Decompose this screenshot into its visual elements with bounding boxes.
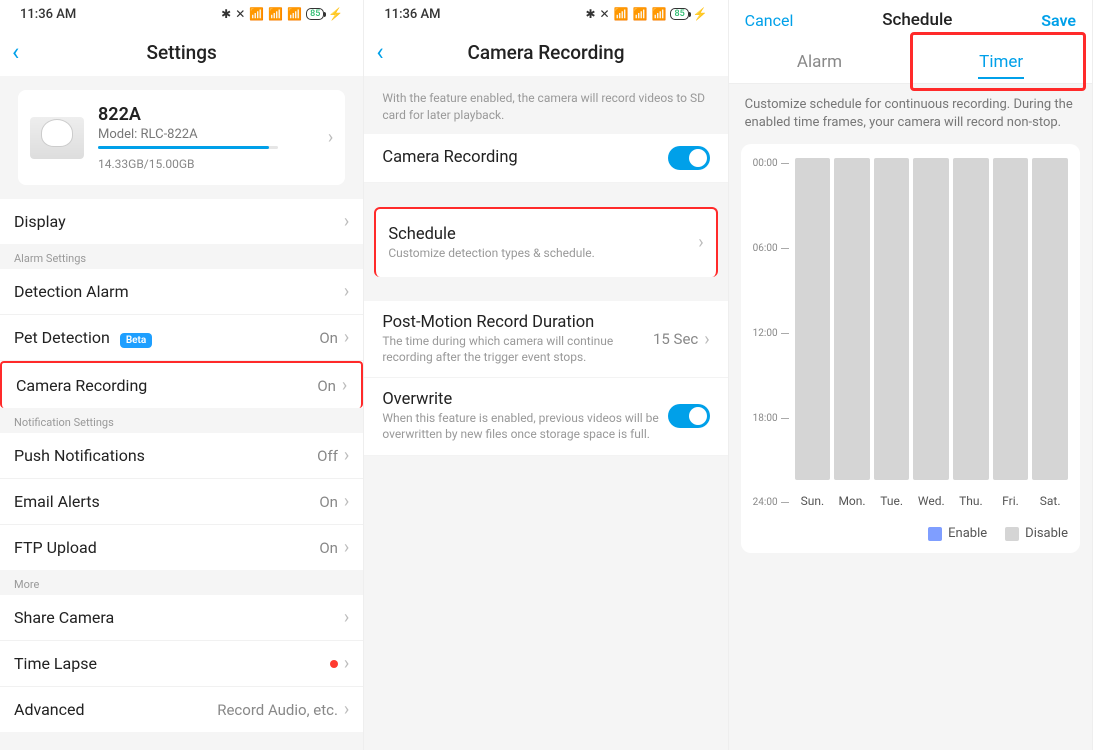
status-time: 11:36 AM	[20, 7, 76, 22]
chevron-right-icon: ›	[344, 445, 349, 466]
push-row[interactable]: Push Notifications Off›	[0, 433, 363, 479]
camera-thumb-icon	[30, 117, 84, 159]
day-col-wed[interactable]	[913, 158, 949, 480]
storage-bar	[98, 146, 269, 149]
status-bar: 11:36 AM ✱✕📶📶📶 85⚡	[0, 0, 363, 28]
chevron-right-icon: ›	[704, 329, 709, 350]
tab-alarm[interactable]: Alarm	[729, 40, 911, 83]
chevron-right-icon: ›	[328, 127, 333, 148]
camera-card[interactable]: 822A Model: RLC-822A 14.33GB/15.00GB ›	[18, 90, 345, 185]
status-icons: ✱✕📶📶📶 85⚡	[585, 7, 707, 21]
day-labels: Sun. Mon. Tue. Wed. Thu. Fri. Sat.	[795, 494, 1068, 508]
day-col-mon[interactable]	[834, 158, 870, 480]
chevron-right-icon: ›	[344, 327, 349, 348]
settings-screen: 11:36 AM ✱✕📶📶📶 85⚡ ‹ Settings 822A Model…	[0, 0, 364, 750]
legend-disable-swatch	[1005, 527, 1019, 541]
detection-alarm-row[interactable]: Detection Alarm ›	[0, 269, 363, 315]
chevron-right-icon: ›	[698, 232, 703, 253]
camera-name: 822A	[98, 104, 314, 125]
status-bar: 11:36 AM ✱✕📶📶📶 85⚡	[364, 0, 727, 28]
schedule-desc: Customize schedule for continuous record…	[729, 84, 1092, 144]
day-col-tue[interactable]	[874, 158, 910, 480]
red-dot-icon	[330, 660, 338, 668]
storage-text: 14.33GB/15.00GB	[98, 157, 314, 171]
chevron-right-icon: ›	[344, 537, 349, 558]
nav-header: ‹ Settings	[0, 28, 363, 76]
day-col-sun[interactable]	[795, 158, 831, 480]
chevron-right-icon: ›	[344, 607, 349, 628]
overwrite-row[interactable]: Overwrite When this feature is enabled, …	[364, 378, 727, 455]
save-button[interactable]: Save	[1041, 11, 1076, 30]
day-col-thu[interactable]	[953, 158, 989, 480]
tab-timer[interactable]: Timer	[910, 40, 1092, 83]
legend: Enable Disable	[753, 526, 1068, 541]
advanced-row[interactable]: Advanced Record Audio, etc.›	[0, 687, 363, 732]
camera-recording-screen: 11:36 AM ✱✕📶📶📶 85⚡ ‹ Camera Recording Wi…	[364, 0, 728, 750]
camera-model: Model: RLC-822A	[98, 127, 314, 142]
nav-header: ‹ Camera Recording	[364, 28, 727, 76]
chevron-right-icon: ›	[344, 491, 349, 512]
schedule-grid[interactable]: 00:00 06:00 12:00 18:00 24:00 Sun.	[741, 144, 1080, 553]
back-button[interactable]: ‹	[12, 38, 19, 66]
day-col-sat[interactable]	[1032, 158, 1068, 480]
nav-header: Cancel Schedule Save	[729, 0, 1092, 40]
schedule-screen: Cancel Schedule Save Alarm Timer Customi…	[729, 0, 1093, 750]
feature-desc: With the feature enabled, the camera wil…	[364, 76, 727, 134]
cancel-button[interactable]: Cancel	[745, 11, 794, 30]
back-button[interactable]: ‹	[376, 38, 383, 66]
chevron-right-icon: ›	[344, 211, 349, 232]
day-col-fri[interactable]	[993, 158, 1029, 480]
section-label-more: More	[0, 570, 363, 595]
chevron-right-icon: ›	[344, 281, 349, 302]
timelapse-row[interactable]: Time Lapse ›	[0, 641, 363, 687]
chevron-right-icon: ›	[344, 699, 349, 720]
page-title: Camera Recording	[467, 41, 624, 64]
camera-recording-row[interactable]: Camera Recording On ›	[0, 361, 363, 408]
beta-badge: Beta	[120, 333, 152, 348]
chevron-right-icon: ›	[344, 653, 349, 674]
pet-detection-row[interactable]: Pet Detection Beta On ›	[0, 315, 363, 361]
post-motion-row[interactable]: Post-Motion Record Duration The time dur…	[364, 301, 727, 378]
time-axis: 00:00 06:00 12:00 18:00 24:00	[753, 158, 789, 508]
section-label-alarm: Alarm Settings	[0, 244, 363, 269]
toggle-on-icon[interactable]	[668, 146, 710, 170]
schedule-row[interactable]: Schedule Customize detection types & sch…	[374, 207, 717, 278]
section-label-notif: Notification Settings	[0, 408, 363, 433]
email-row[interactable]: Email Alerts On›	[0, 479, 363, 525]
status-time: 11:36 AM	[384, 7, 440, 22]
status-icons: ✱✕📶📶📶 85⚡	[221, 7, 343, 21]
chevron-right-icon: ›	[342, 375, 347, 396]
legend-enable-swatch	[928, 527, 942, 541]
ftp-row[interactable]: FTP Upload On›	[0, 525, 363, 570]
display-row[interactable]: Display ›	[0, 199, 363, 244]
share-row[interactable]: Share Camera ›	[0, 595, 363, 641]
camera-recording-toggle-row[interactable]: Camera Recording	[364, 134, 727, 183]
page-title: Settings	[147, 41, 217, 64]
toggle-on-icon[interactable]	[668, 404, 710, 428]
page-title: Schedule	[882, 10, 952, 30]
schedule-tabs: Alarm Timer	[729, 40, 1092, 84]
